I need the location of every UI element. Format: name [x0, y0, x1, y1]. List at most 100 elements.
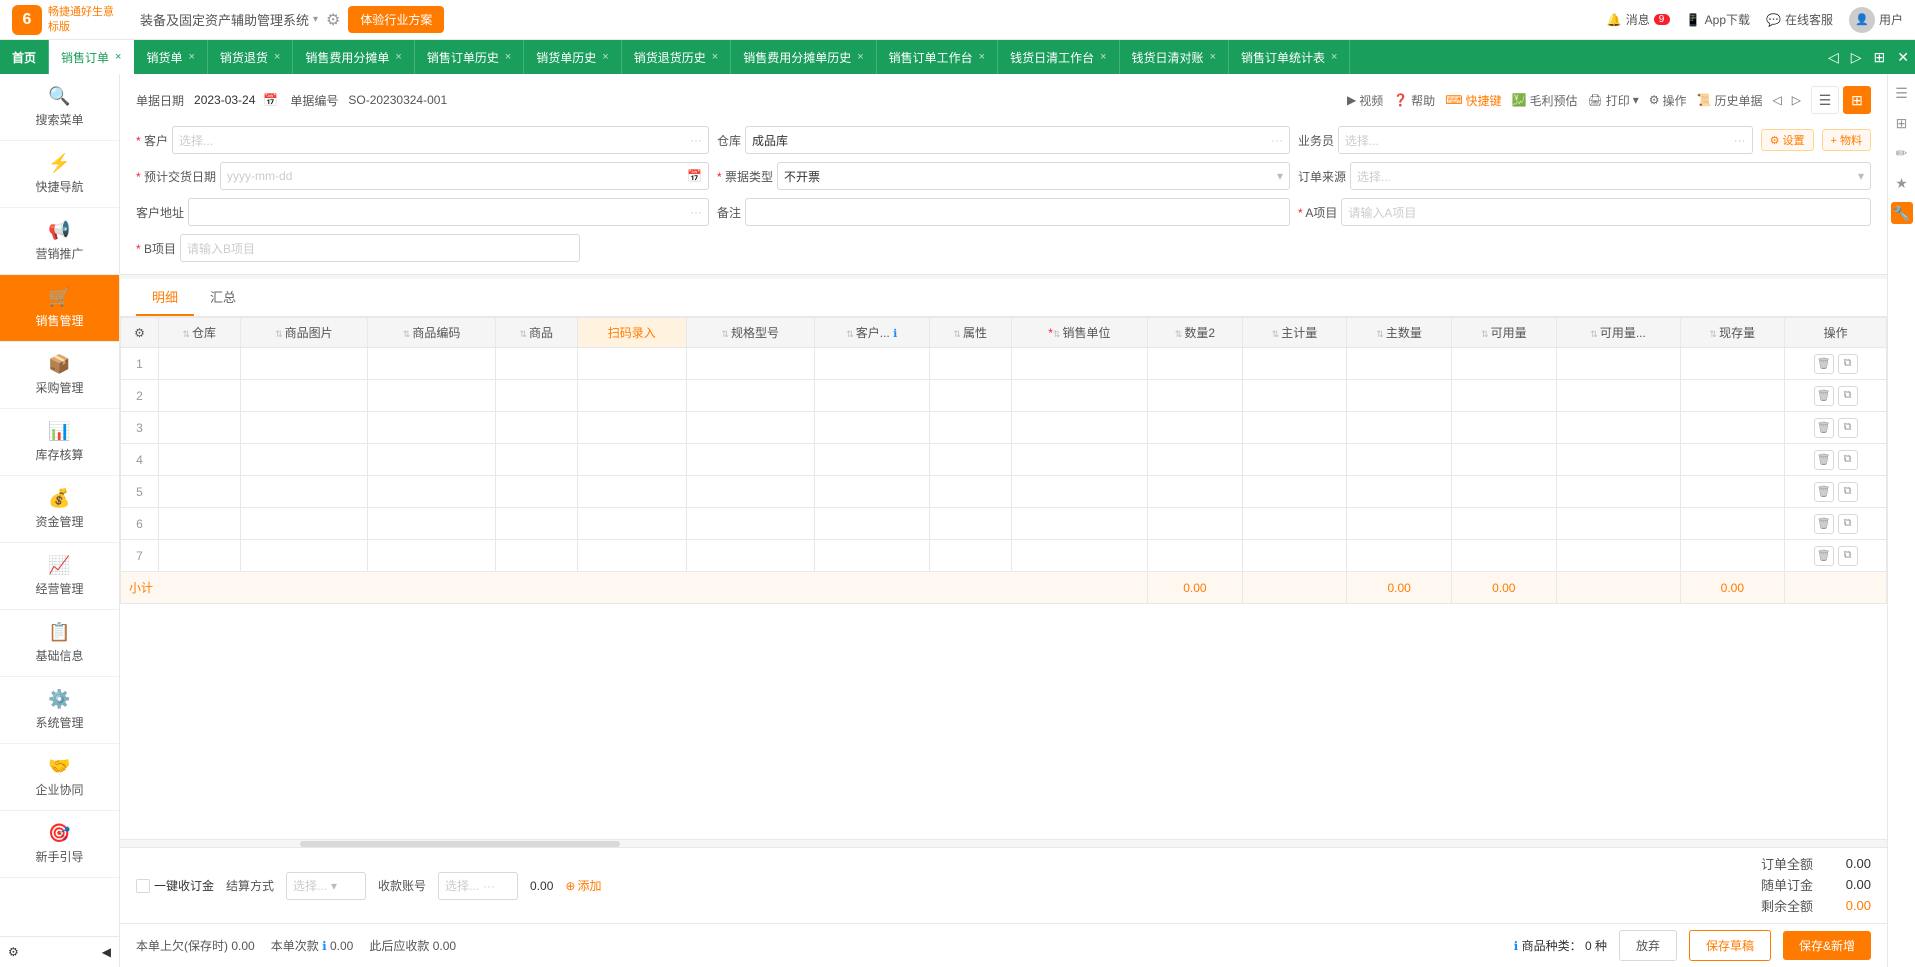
save-new-btn[interactable]: 保存&新增 — [1783, 931, 1871, 960]
tab-close-icon[interactable]: × — [505, 51, 511, 63]
help-btn[interactable]: ❓帮助 — [1393, 92, 1435, 109]
delete-row-btn[interactable]: 🗑 — [1814, 386, 1834, 406]
tab-close-icon[interactable]: × — [857, 51, 863, 63]
sidebar-item-system[interactable]: ⚙️ 系统管理 — [0, 677, 119, 744]
right-panel-icon-4[interactable]: ★ — [1891, 172, 1913, 194]
sidebar-collapse-btn[interactable]: ◀ — [102, 945, 111, 959]
tab-close-all-btn[interactable]: ✕ — [1891, 49, 1915, 66]
tab-detail[interactable]: 明细 — [136, 279, 194, 316]
sidebar-item-inventory[interactable]: 📊 库存核算 — [0, 409, 119, 476]
col-customer-code[interactable]: ⇅客户... ℹ — [814, 318, 929, 348]
discard-btn[interactable]: 放弃 — [1619, 930, 1677, 961]
tab-next-btn[interactable]: ▷ — [1845, 49, 1868, 66]
tab-close-icon[interactable]: × — [602, 51, 608, 63]
delete-row-btn[interactable]: 🗑 — [1814, 514, 1834, 534]
settings-icon[interactable]: ⚙ — [326, 10, 340, 30]
history-order-btn[interactable]: 📜历史单据 — [1697, 92, 1763, 109]
copy-row-btn[interactable]: ⧉ — [1838, 354, 1858, 374]
tab-close-icon[interactable]: × — [712, 51, 718, 63]
tab-reconcile[interactable]: 钱货日清对账 × — [1120, 40, 1229, 74]
tab-sales-bill[interactable]: 销货单 × — [134, 40, 207, 74]
copy-row-btn[interactable]: ⧉ — [1838, 386, 1858, 406]
tab-fee-history[interactable]: 销售费用分摊单历史 × — [731, 40, 876, 74]
col-scan[interactable]: 扫码录入 — [577, 318, 686, 348]
right-panel-icon-5[interactable]: 🔧 — [1891, 202, 1913, 224]
salesperson-input[interactable]: 选择... ··· — [1338, 126, 1753, 154]
order-source-input[interactable]: 选择... ▾ — [1350, 162, 1871, 190]
col-settings[interactable]: ⚙ — [121, 318, 159, 348]
tab-expand-btn[interactable]: ⊞ — [1868, 49, 1892, 66]
copy-row-btn[interactable]: ⧉ — [1838, 546, 1858, 566]
tab-summary[interactable]: 汇总 — [194, 279, 252, 316]
col-unit[interactable]: *⇅销售单位 — [1011, 318, 1148, 348]
tab-prev-btn[interactable]: ◁ — [1822, 49, 1845, 66]
settlement-select[interactable]: 选择... ▾ — [286, 872, 366, 900]
form-view-btn[interactable]: ⊞ — [1843, 86, 1871, 114]
print-btn[interactable]: 🖨打印▾ — [1588, 92, 1639, 109]
delivery-date-input[interactable]: yyyy-mm-dd 📅 — [220, 162, 709, 190]
delete-row-btn[interactable]: 🗑 — [1814, 418, 1834, 438]
col-image[interactable]: ⇅商品图片 — [240, 318, 368, 348]
delete-row-btn[interactable]: 🗑 — [1814, 482, 1834, 502]
user-area[interactable]: 👤 用户 — [1849, 7, 1903, 33]
col-qty2[interactable]: ⇅数量2 — [1148, 318, 1242, 348]
calendar-icon[interactable]: 📅 — [263, 93, 278, 107]
app-download-btn[interactable]: 📱 App下载 — [1686, 11, 1750, 28]
col-current[interactable]: ⇅现存量 — [1680, 318, 1785, 348]
col-goods[interactable]: ⇅商品 — [495, 318, 577, 348]
right-panel-icon-3[interactable]: ✏ — [1891, 142, 1913, 164]
tab-sales-order[interactable]: 销售订单 × — [49, 40, 134, 74]
sidebar-settings-btn[interactable]: ⚙ — [8, 945, 19, 959]
tab-workbench[interactable]: 销售订单工作台 × — [877, 40, 998, 74]
customer-more-icon[interactable]: ··· — [690, 133, 702, 147]
sidebar-item-marketing[interactable]: 📢 营销推广 — [0, 208, 119, 275]
tab-close-icon[interactable]: × — [1210, 51, 1216, 63]
warehouse-more-icon[interactable]: ··· — [1271, 133, 1283, 147]
col-spec[interactable]: ⇅规格型号 — [686, 318, 814, 348]
delete-row-btn[interactable]: 🗑 — [1814, 546, 1834, 566]
industry-btn[interactable]: 体验行业方案 — [348, 6, 444, 33]
sidebar-item-nav[interactable]: ⚡ 快捷导航 — [0, 141, 119, 208]
copy-row-btn[interactable]: ⧉ — [1838, 450, 1858, 470]
tab-daily-clear[interactable]: 钱货日清工作台 × — [998, 40, 1119, 74]
col-main-qty[interactable]: ⇅主数量 — [1347, 318, 1452, 348]
salesperson-more-icon[interactable]: ··· — [1734, 133, 1746, 147]
list-view-btn[interactable]: ☰ — [1811, 86, 1839, 114]
a-project-input[interactable]: 请输入A项目 — [1341, 198, 1871, 226]
shortcut-btn[interactable]: ⌨快捷键 — [1445, 92, 1501, 109]
one-click-collect-label[interactable]: 一键收订金 — [136, 877, 214, 894]
tab-close-icon[interactable]: × — [395, 51, 401, 63]
tab-close-icon[interactable]: × — [274, 51, 280, 63]
tab-sales-fee[interactable]: 销售费用分摊单 × — [293, 40, 414, 74]
calendar-icon2[interactable]: 📅 — [687, 169, 702, 183]
bank-select[interactable]: 选择... ··· — [438, 872, 518, 900]
tab-home[interactable]: 首页 — [0, 40, 49, 74]
sidebar-item-collab[interactable]: 🤝 企业协同 — [0, 744, 119, 811]
note-input[interactable] — [745, 198, 1290, 226]
sidebar-item-finance[interactable]: 💰 资金管理 — [0, 476, 119, 543]
customer-input[interactable]: 选择... ··· — [172, 126, 709, 154]
copy-row-btn[interactable]: ⧉ — [1838, 418, 1858, 438]
view-video-btn[interactable]: ▶视频 — [1347, 92, 1383, 109]
warehouse-input[interactable]: 成品库 ··· — [745, 126, 1290, 154]
sidebar-item-search[interactable]: 🔍 搜索菜单 — [0, 74, 119, 141]
right-panel-icon-1[interactable]: ☰ — [1891, 82, 1913, 104]
copy-row-btn[interactable]: ⧉ — [1838, 482, 1858, 502]
notification-btn[interactable]: 🔔 消息 9 — [1607, 11, 1670, 28]
tab-statistics[interactable]: 销售订单统计表 × — [1229, 40, 1350, 74]
tab-close-icon[interactable]: × — [979, 51, 985, 63]
col-attr[interactable]: ⇅属性 — [929, 318, 1011, 348]
sidebar-item-guide[interactable]: 🎯 新手引导 — [0, 811, 119, 878]
horizontal-scrollbar[interactable] — [300, 841, 620, 847]
delete-row-btn[interactable]: 🗑 — [1814, 450, 1834, 470]
tab-close-icon[interactable]: × — [1100, 51, 1106, 63]
col-main-unit[interactable]: ⇅主计量 — [1242, 318, 1347, 348]
sidebar-item-purchase[interactable]: 📦 采购管理 — [0, 342, 119, 409]
nav-next-btn[interactable]: ▷ — [1792, 93, 1801, 107]
delete-row-btn[interactable]: 🗑 — [1814, 354, 1834, 374]
copy-row-btn[interactable]: ⧉ — [1838, 514, 1858, 534]
add-goods-btn[interactable]: + 物料 — [1822, 129, 1871, 151]
sidebar-item-base[interactable]: 📋 基础信息 — [0, 610, 119, 677]
tab-return-history[interactable]: 销货退货历史 × — [622, 40, 731, 74]
online-service-btn[interactable]: 💬 在线客服 — [1766, 11, 1833, 28]
